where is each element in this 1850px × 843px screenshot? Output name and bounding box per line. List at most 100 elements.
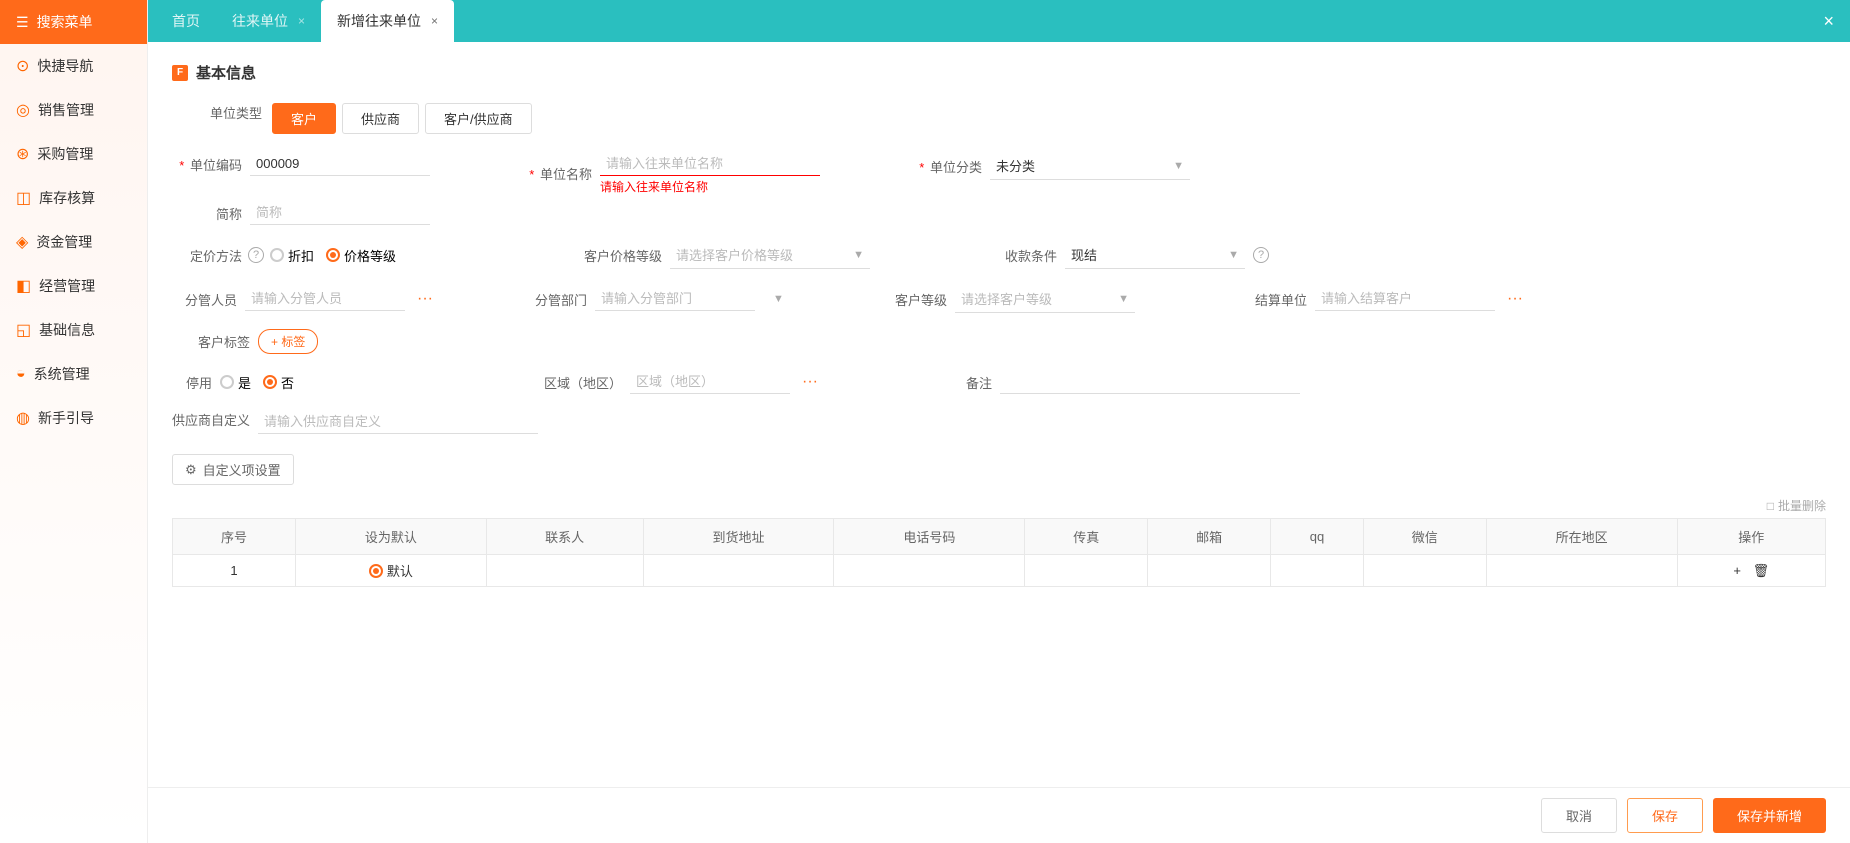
custom-settings-btn[interactable]: ⚙ 自定义项设置 <box>172 454 294 485</box>
col-region: 所在地区 <box>1486 519 1677 555</box>
abbr-label: 简称 <box>172 204 242 223</box>
search-menu[interactable]: ☰ 搜索菜单 <box>0 0 147 44</box>
cell-phone <box>834 555 1025 587</box>
department-input[interactable] <box>595 287 755 311</box>
unit-category-group: * 单位分类 未分类 ▼ <box>912 152 1272 180</box>
table-header-row: 序号 设为默认 联系人 到货地址 电话号码 传真 邮箱 qq 微信 所在地区 操… <box>173 519 1826 555</box>
region-more-btn[interactable]: ··· <box>798 373 822 391</box>
col-seq: 序号 <box>173 519 296 555</box>
col-fax: 传真 <box>1025 519 1148 555</box>
pricing-help-icon[interactable]: ? <box>248 247 264 263</box>
customer-tag-label: 客户标签 <box>172 332 250 351</box>
customer-level-group: 客户等级 请选择客户等级 ▼ <box>892 285 1222 313</box>
batch-delete-icon: □ <box>1767 499 1774 513</box>
unit-category-select[interactable]: 未分类 ▼ <box>990 152 1190 180</box>
region-input[interactable] <box>630 370 790 394</box>
unit-code-input[interactable] <box>250 152 430 176</box>
customer-btn[interactable]: 客户 <box>272 103 336 134</box>
contact-table: 序号 设为默认 联系人 到货地址 电话号码 传真 邮箱 qq 微信 所在地区 操… <box>172 518 1826 587</box>
unit-name-input[interactable] <box>600 152 820 176</box>
unit-category-label: * 单位分类 <box>912 157 982 176</box>
row-code-name-category: * 单位编码 * 单位名称 请输入往来单位名称 * <box>172 152 1826 195</box>
unit-category-value: 未分类 <box>996 156 1169 175</box>
unit-name-group: * 单位名称 请输入往来单位名称 <box>522 152 882 195</box>
sidebar-item-quick-nav[interactable]: ⊙ 快捷导航 <box>0 44 147 88</box>
close-partner-list-tab[interactable]: × <box>298 14 305 28</box>
cell-wechat <box>1363 555 1486 587</box>
disabled-no[interactable]: 否 <box>263 373 294 392</box>
tab-partner-list[interactable]: 往来单位 × <box>216 0 321 42</box>
cell-seq: 1 <box>173 555 296 587</box>
save-add-button[interactable]: 保存并新增 <box>1713 798 1826 833</box>
sidebar-item-guide[interactable]: ◍ 新手引导 <box>0 396 147 440</box>
manager-more-btn[interactable]: ··· <box>413 290 437 308</box>
close-all-tabs-button[interactable]: × <box>1815 11 1842 32</box>
section-icon: F <box>172 65 188 81</box>
pricing-level[interactable]: 价格等级 <box>326 246 396 265</box>
tab-home[interactable]: 首页 <box>156 0 216 42</box>
manager-input[interactable] <box>245 287 405 311</box>
basic-icon: ◱ <box>16 320 31 340</box>
tab-new-partner[interactable]: 新增往来单位 × <box>321 0 454 42</box>
customer-price-select[interactable]: 请选择客户价格等级 ▼ <box>670 241 870 269</box>
pricing-radio-group: 折扣 价格等级 <box>270 246 396 265</box>
cancel-button[interactable]: 取消 <box>1541 798 1617 833</box>
add-tag-button[interactable]: + 标签 <box>258 329 318 354</box>
sidebar-item-purchase[interactable]: ⊛ 采购管理 <box>0 132 147 176</box>
operations-icon: ◧ <box>16 276 31 296</box>
payment-value: 现结 <box>1071 245 1224 264</box>
disabled-yes[interactable]: 是 <box>220 373 251 392</box>
remark-input[interactable] <box>1000 370 1300 394</box>
department-label: 分管部门 <box>532 290 587 309</box>
department-select[interactable]: ▼ <box>763 289 793 309</box>
batch-delete-label[interactable]: 批量删除 <box>1778 497 1826 514</box>
sidebar-item-system[interactable]: ◒ 系统管理 <box>0 352 147 396</box>
payment-help-icon[interactable]: ? <box>1253 247 1269 263</box>
abbr-input[interactable] <box>250 201 430 225</box>
col-contact: 联系人 <box>486 519 643 555</box>
sidebar: ☰ 搜索菜单 ⊙ 快捷导航 ◎ 销售管理 ⊛ 采购管理 ◫ 库存核算 ◈ 资金管… <box>0 0 148 843</box>
row-add-btn[interactable]: + <box>1733 563 1741 578</box>
row-abbr: 简称 <box>172 201 1826 225</box>
sidebar-item-operations[interactable]: ◧ 经营管理 <box>0 264 147 308</box>
pricing-group: 定价方法 ? 折扣 价格等级 <box>172 246 552 265</box>
remark-group: 备注 <box>952 370 1826 394</box>
default-radio-cell: 默认 <box>306 561 476 580</box>
row-manager: 分管人员 ··· 分管部门 ▼ 客户等级 请选择客户等级 ▼ 结算单位 <box>172 285 1826 313</box>
close-new-partner-tab[interactable]: × <box>431 14 438 28</box>
region-label: 区域（地区） <box>542 373 622 392</box>
row-default-radio[interactable]: 默认 <box>369 561 413 580</box>
save-button[interactable]: 保存 <box>1627 798 1703 833</box>
system-icon: ◒ <box>16 365 26 383</box>
settlement-label: 结算单位 <box>1252 290 1307 309</box>
supplier-custom-input[interactable] <box>258 410 538 434</box>
disabled-yes-circle <box>220 375 234 389</box>
sidebar-item-finance[interactable]: ◈ 资金管理 <box>0 220 147 264</box>
sidebar-item-inventory[interactable]: ◫ 库存核算 <box>0 176 147 220</box>
form-footer: 取消 保存 保存并新增 <box>148 787 1850 843</box>
col-default: 设为默认 <box>295 519 486 555</box>
purchase-icon: ⊛ <box>16 144 29 164</box>
unit-code-group: * 单位编码 <box>172 152 492 176</box>
cell-email <box>1148 555 1271 587</box>
payment-select[interactable]: 现结 ▼ <box>1065 241 1245 269</box>
row-delete-btn[interactable]: 🗑 <box>1753 563 1770 578</box>
payment-label: 收款条件 <box>992 246 1057 265</box>
customer-level-select[interactable]: 请选择客户等级 ▼ <box>955 285 1135 313</box>
row-default-circle <box>369 564 383 578</box>
pricing-discount[interactable]: 折扣 <box>270 246 314 265</box>
cell-fax <box>1025 555 1148 587</box>
unit-type-label: 单位类型 <box>210 106 262 121</box>
sidebar-item-sales[interactable]: ◎ 销售管理 <box>0 88 147 132</box>
unit-code-label: * 单位编码 <box>172 155 242 174</box>
col-wechat: 微信 <box>1363 519 1486 555</box>
settlement-more-btn[interactable]: ··· <box>1503 290 1527 308</box>
tab-bar: 首页 往来单位 × 新增往来单位 × × <box>148 0 1850 42</box>
both-btn[interactable]: 客户/供应商 <box>425 103 532 134</box>
settlement-input[interactable] <box>1315 287 1495 311</box>
sidebar-item-basic[interactable]: ◱ 基础信息 <box>0 308 147 352</box>
search-icon: ☰ <box>16 14 29 31</box>
region-group: 区域（地区） ··· <box>542 370 922 394</box>
pricing-level-circle <box>326 248 340 262</box>
supplier-btn[interactable]: 供应商 <box>342 103 419 134</box>
